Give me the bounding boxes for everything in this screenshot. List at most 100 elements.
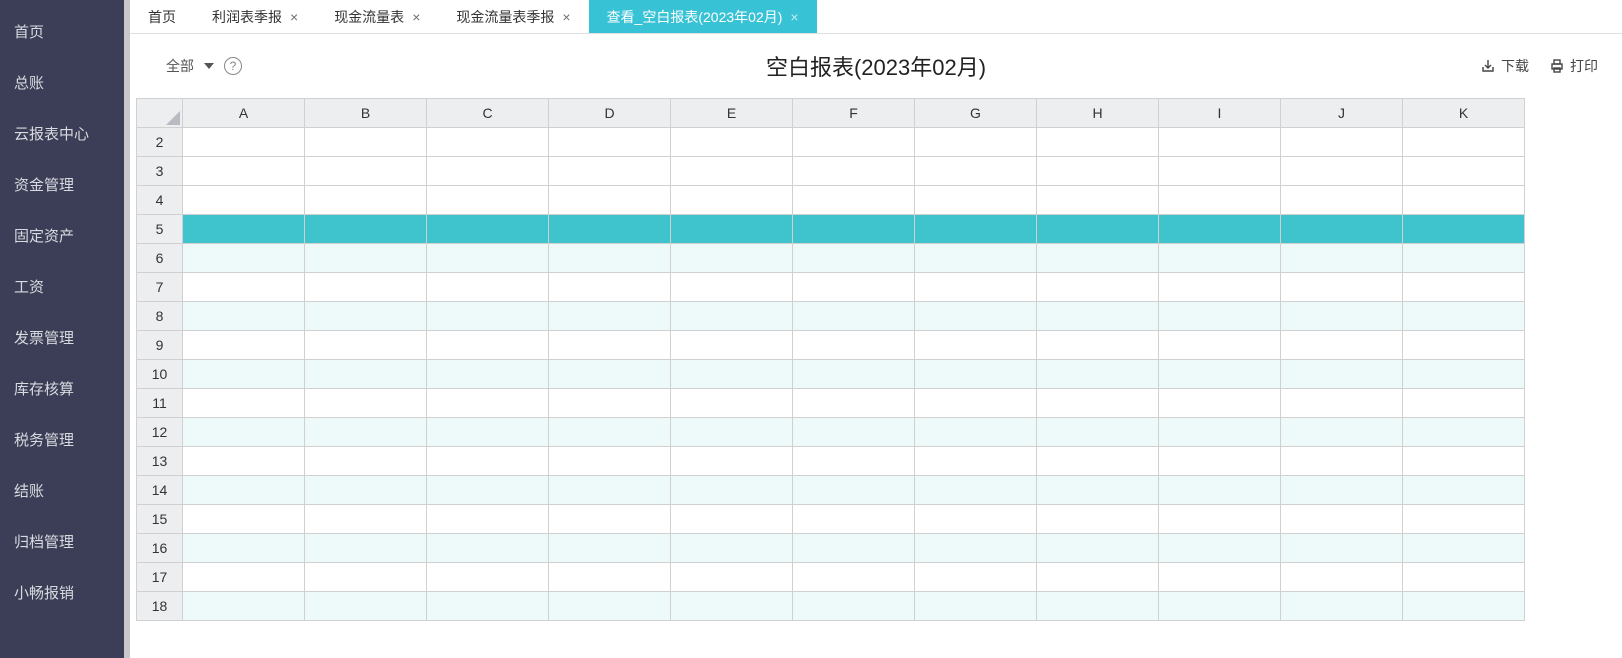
cell[interactable] [671,505,793,534]
cell[interactable] [1159,563,1281,592]
cell[interactable] [671,331,793,360]
cell[interactable] [793,302,915,331]
cell[interactable] [183,215,305,244]
cell[interactable] [1037,592,1159,621]
cell[interactable] [793,215,915,244]
cell[interactable] [915,157,1037,186]
cell[interactable] [427,157,549,186]
row-header[interactable]: 6 [137,244,183,273]
cell[interactable] [183,244,305,273]
row-header[interactable]: 12 [137,418,183,447]
cell[interactable] [915,273,1037,302]
row-header[interactable]: 3 [137,157,183,186]
spreadsheet[interactable]: ABCDEFGHIJK23456789101112131415161718 [130,98,1622,658]
cell[interactable] [305,244,427,273]
cell[interactable] [793,476,915,505]
cell[interactable] [915,447,1037,476]
cell[interactable] [427,534,549,563]
row-header[interactable]: 2 [137,128,183,157]
cell[interactable] [915,331,1037,360]
cell[interactable] [671,476,793,505]
cell[interactable] [1159,331,1281,360]
cell[interactable] [549,244,671,273]
cell[interactable] [1403,128,1525,157]
cell[interactable] [183,534,305,563]
cell[interactable] [1037,534,1159,563]
cell[interactable] [915,592,1037,621]
cell[interactable] [1159,186,1281,215]
cell[interactable] [1281,534,1403,563]
cell[interactable] [305,418,427,447]
cell[interactable] [305,563,427,592]
cell[interactable] [1159,418,1281,447]
cell[interactable] [1403,331,1525,360]
cell[interactable] [1037,505,1159,534]
cell[interactable] [427,592,549,621]
sidebar-item[interactable]: 发票管理 [0,312,124,363]
cell[interactable] [549,186,671,215]
sidebar-item[interactable]: 归档管理 [0,516,124,567]
cell[interactable] [305,389,427,418]
cell[interactable] [671,534,793,563]
cell[interactable] [793,418,915,447]
cell[interactable] [1403,186,1525,215]
cell[interactable] [305,157,427,186]
column-header[interactable]: E [671,99,793,128]
cell[interactable] [427,360,549,389]
row-header[interactable]: 18 [137,592,183,621]
sidebar-item[interactable]: 结账 [0,465,124,516]
cell[interactable] [1281,302,1403,331]
cell[interactable] [915,302,1037,331]
print-button[interactable]: 打印 [1549,56,1598,76]
cell[interactable] [793,389,915,418]
cell[interactable] [1037,273,1159,302]
cell[interactable] [549,476,671,505]
column-header[interactable]: B [305,99,427,128]
cell[interactable] [793,244,915,273]
column-header[interactable]: C [427,99,549,128]
cell[interactable] [1159,128,1281,157]
cell[interactable] [549,331,671,360]
column-header[interactable]: K [1403,99,1525,128]
cell[interactable] [1403,244,1525,273]
help-icon[interactable]: ? [224,57,242,75]
cell[interactable] [1281,563,1403,592]
cell[interactable] [1403,592,1525,621]
cell[interactable] [671,273,793,302]
cell[interactable] [549,505,671,534]
cell[interactable] [549,389,671,418]
cell[interactable] [1159,476,1281,505]
cell[interactable] [1281,244,1403,273]
row-header[interactable]: 5 [137,215,183,244]
cell[interactable] [1037,476,1159,505]
cell[interactable] [1281,360,1403,389]
column-header[interactable]: J [1281,99,1403,128]
cell[interactable] [671,563,793,592]
sidebar-item[interactable]: 总账 [0,57,124,108]
close-icon[interactable]: × [290,9,298,25]
cell[interactable] [183,418,305,447]
cell[interactable] [671,302,793,331]
cell[interactable] [305,273,427,302]
cell[interactable] [1037,360,1159,389]
cell[interactable] [183,563,305,592]
cell[interactable] [915,186,1037,215]
cell[interactable] [1037,186,1159,215]
cell[interactable] [183,447,305,476]
row-header[interactable]: 9 [137,331,183,360]
close-icon[interactable]: × [562,9,570,25]
cell[interactable] [427,418,549,447]
cell[interactable] [671,447,793,476]
cell[interactable] [915,128,1037,157]
cell[interactable] [793,563,915,592]
cell[interactable] [1037,302,1159,331]
cell[interactable] [1281,273,1403,302]
cell[interactable] [915,244,1037,273]
cell[interactable] [183,302,305,331]
cell[interactable] [183,157,305,186]
cell[interactable] [183,592,305,621]
column-header[interactable]: F [793,99,915,128]
cell[interactable] [1403,505,1525,534]
cell[interactable] [915,505,1037,534]
cell[interactable] [1281,505,1403,534]
